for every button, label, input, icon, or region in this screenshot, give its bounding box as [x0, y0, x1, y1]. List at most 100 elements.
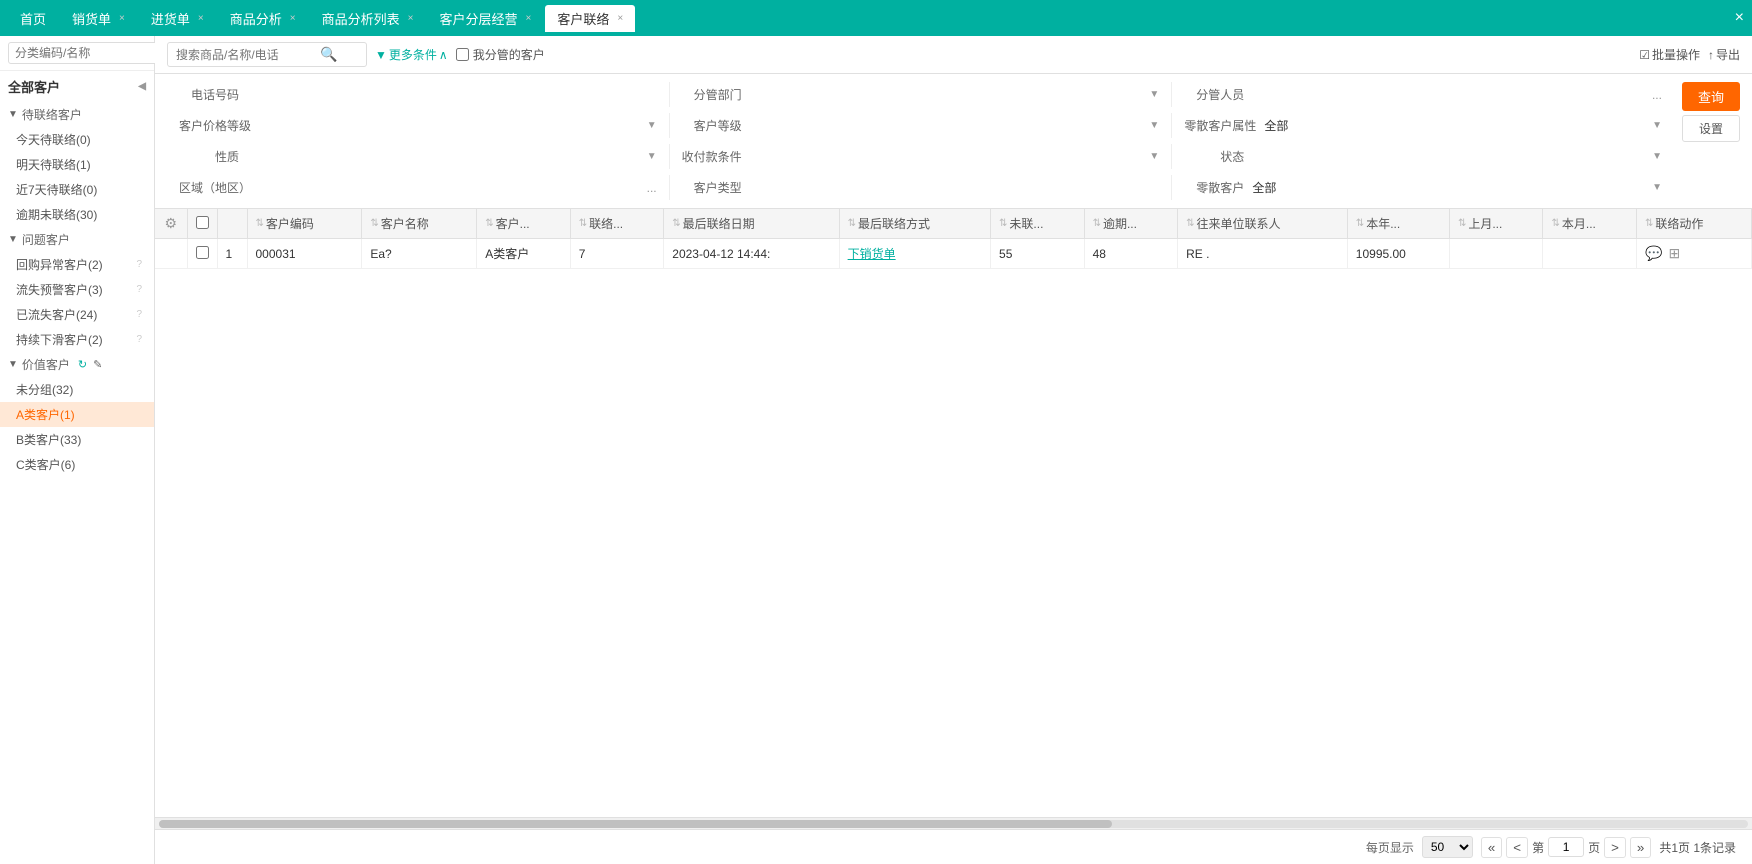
close-product-list-icon[interactable]: × [408, 13, 414, 24]
filter-input-0-2[interactable] [1252, 88, 1652, 102]
filter-arrow-2-0[interactable]: ▼ [647, 151, 657, 162]
filter-arrow-2-1[interactable]: ▼ [1149, 151, 1159, 162]
filter-arrow-1-1[interactable]: ▼ [1149, 120, 1159, 131]
row-this_month-0 [1543, 239, 1637, 269]
my-customers-checkbox-input[interactable] [456, 48, 469, 61]
sort-icon-unit_contact[interactable]: ⇅ [1186, 218, 1194, 229]
sort-icon-customer_code[interactable]: ⇅ [256, 218, 264, 229]
filter-arrow-1-0[interactable]: ▼ [647, 120, 657, 131]
table-gear-icon[interactable]: ⚙ [164, 215, 177, 231]
sort-icon-this_month[interactable]: ⇅ [1551, 218, 1559, 229]
grid-icon[interactable]: ⊞ [1668, 245, 1680, 262]
close-all-icon[interactable]: × [1735, 9, 1744, 27]
edit-value-icon[interactable]: ✎ [93, 358, 102, 371]
filter-arrow-3-2[interactable]: ▼ [1652, 182, 1662, 193]
category-search-input[interactable] [8, 42, 177, 64]
sidebar-item-problem-3[interactable]: 持续下滑客户(2)? [0, 327, 154, 352]
sidebar-item-value-2[interactable]: B类客户(33) [0, 427, 154, 452]
group-arrow-problem: ▼ [8, 234, 18, 245]
row-last_contact_method-0[interactable]: 下销货单 [839, 239, 990, 269]
sort-icon-contact[interactable]: ⇅ [579, 218, 587, 229]
filter-input-0-0[interactable] [247, 88, 657, 102]
sort-icon-last_contact_method[interactable]: ⇅ [848, 218, 856, 229]
info-icon-problem-2: ? [136, 309, 142, 320]
th-customer_type: ⇅客户... [477, 209, 571, 239]
more-filters-btn[interactable]: ▼ 更多条件 ∧ [375, 46, 448, 63]
filter-input-2-0[interactable] [247, 150, 647, 164]
all-customers-header[interactable]: 全部客户 ◀ [0, 71, 154, 102]
sort-icon-customer_type[interactable]: ⇅ [485, 218, 493, 229]
nav-item-customer-tier[interactable]: 客户分层经营× [427, 5, 543, 32]
refresh-icon[interactable]: ↻ [78, 358, 87, 371]
nav-item-product-analysis[interactable]: 商品分析× [218, 5, 308, 32]
filter-dots-3-0[interactable]: ... [647, 181, 657, 195]
sort-icon-no_contact[interactable]: ⇅ [999, 218, 1007, 229]
sidebar-item-value-0[interactable]: 未分组(32) [0, 377, 154, 402]
next-page-btn[interactable]: > [1604, 837, 1626, 858]
settings-button[interactable]: 设置 [1682, 115, 1740, 142]
filter-input-0-1[interactable] [750, 88, 1150, 102]
main-search-icon[interactable]: 🔍 [320, 46, 337, 63]
close-customer-contact-icon[interactable]: × [617, 13, 623, 24]
close-customer-tier-icon[interactable]: × [525, 13, 531, 24]
horizontal-scrollbar[interactable] [155, 817, 1752, 829]
sort-icon-this_year[interactable]: ⇅ [1356, 218, 1364, 229]
row-checkbox-input-0[interactable] [196, 246, 209, 259]
sidebar-item-pending-2[interactable]: 近7天待联络(0) [0, 177, 154, 202]
select-all-checkbox[interactable] [196, 216, 209, 229]
batch-op-btn[interactable]: ☑ 批量操作 [1639, 46, 1700, 63]
sidebar-item-problem-2[interactable]: 已流失客户(24)? [0, 302, 154, 327]
scrollbar-track [159, 820, 1748, 828]
sort-icon-customer_name[interactable]: ⇅ [370, 218, 378, 229]
prev-page-btn[interactable]: < [1506, 837, 1528, 858]
chat-icon[interactable]: 💬 [1645, 245, 1662, 262]
page-number-input[interactable] [1548, 837, 1584, 857]
sidebar-group-title-value[interactable]: ▼价值客户↻✎ [0, 352, 154, 377]
sidebar-group-title-problem[interactable]: ▼问题客户 [0, 227, 154, 252]
my-customers-checkbox[interactable]: 我分管的客户 [456, 46, 545, 63]
filter-input-3-1[interactable] [750, 181, 1160, 195]
sidebar-item-problem-1[interactable]: 流失预警客户(3)? [0, 277, 154, 302]
sort-icon-action[interactable]: ⇅ [1645, 218, 1653, 229]
sidebar-group-title-pending[interactable]: ▼待联络客户 [0, 102, 154, 127]
sort-icon-last_month[interactable]: ⇅ [1458, 218, 1466, 229]
close-sales-icon[interactable]: × [119, 13, 125, 24]
export-btn[interactable]: ↑ 导出 [1708, 46, 1740, 63]
filter-input-1-1[interactable] [750, 119, 1150, 133]
query-button[interactable]: 查询 [1682, 82, 1740, 111]
sort-icon-last_contact_date[interactable]: ⇅ [672, 218, 680, 229]
filter-input-3-2[interactable] [1252, 181, 1652, 195]
last-page-btn[interactable]: » [1630, 837, 1651, 858]
nav-item-product-list[interactable]: 商品分析列表× [310, 5, 426, 32]
filter-input-2-1[interactable] [750, 150, 1150, 164]
filter-arrow-1-2[interactable]: ▼ [1652, 120, 1662, 131]
sidebar-item-value-1[interactable]: A类客户(1) [0, 402, 154, 427]
filter-input-3-0[interactable] [259, 181, 647, 195]
filter-input-2-2[interactable] [1252, 150, 1652, 164]
nav-item-customer-contact[interactable]: 客户联络× [545, 5, 635, 32]
sort-icon-overdue[interactable]: ⇅ [1093, 218, 1101, 229]
filter-cell-2-1: 收付款条件▼ [670, 144, 1173, 169]
filter-dots-0-2[interactable]: ... [1652, 88, 1662, 102]
page-size-label: 每页显示 [1366, 839, 1414, 856]
nav-item-purchase[interactable]: 进货单× [139, 5, 216, 32]
close-product-analysis-icon[interactable]: × [290, 13, 296, 24]
sidebar-item-problem-0[interactable]: 回购异常客户(2)? [0, 252, 154, 277]
row-index-0: 1 [217, 239, 247, 269]
table-header: ⚙⇅客户编码⇅客户名称⇅客户...⇅联络...⇅最后联络日期⇅最后联络方式⇅未联… [155, 209, 1752, 239]
sidebar-item-value-3[interactable]: C类客户(6) [0, 452, 154, 477]
nav-item-sales[interactable]: 销货单× [60, 5, 137, 32]
filter-arrow-2-2[interactable]: ▼ [1652, 151, 1662, 162]
main-search-input[interactable] [176, 48, 316, 62]
filter-arrow-0-1[interactable]: ▼ [1149, 89, 1159, 100]
nav-item-home[interactable]: 首页 [8, 5, 58, 32]
filter-input-1-2[interactable] [1264, 119, 1652, 133]
page-size-select[interactable]: 2050100200 [1422, 836, 1473, 858]
first-page-btn[interactable]: « [1481, 837, 1502, 858]
th-label-last_contact_method: 最后联络方式 [858, 215, 930, 232]
sidebar-item-pending-1[interactable]: 明天待联络(1) [0, 152, 154, 177]
close-purchase-icon[interactable]: × [198, 13, 204, 24]
sidebar-item-pending-0[interactable]: 今天待联络(0) [0, 127, 154, 152]
filter-input-1-0[interactable] [259, 119, 647, 133]
sidebar-item-pending-3[interactable]: 逾期未联络(30) [0, 202, 154, 227]
